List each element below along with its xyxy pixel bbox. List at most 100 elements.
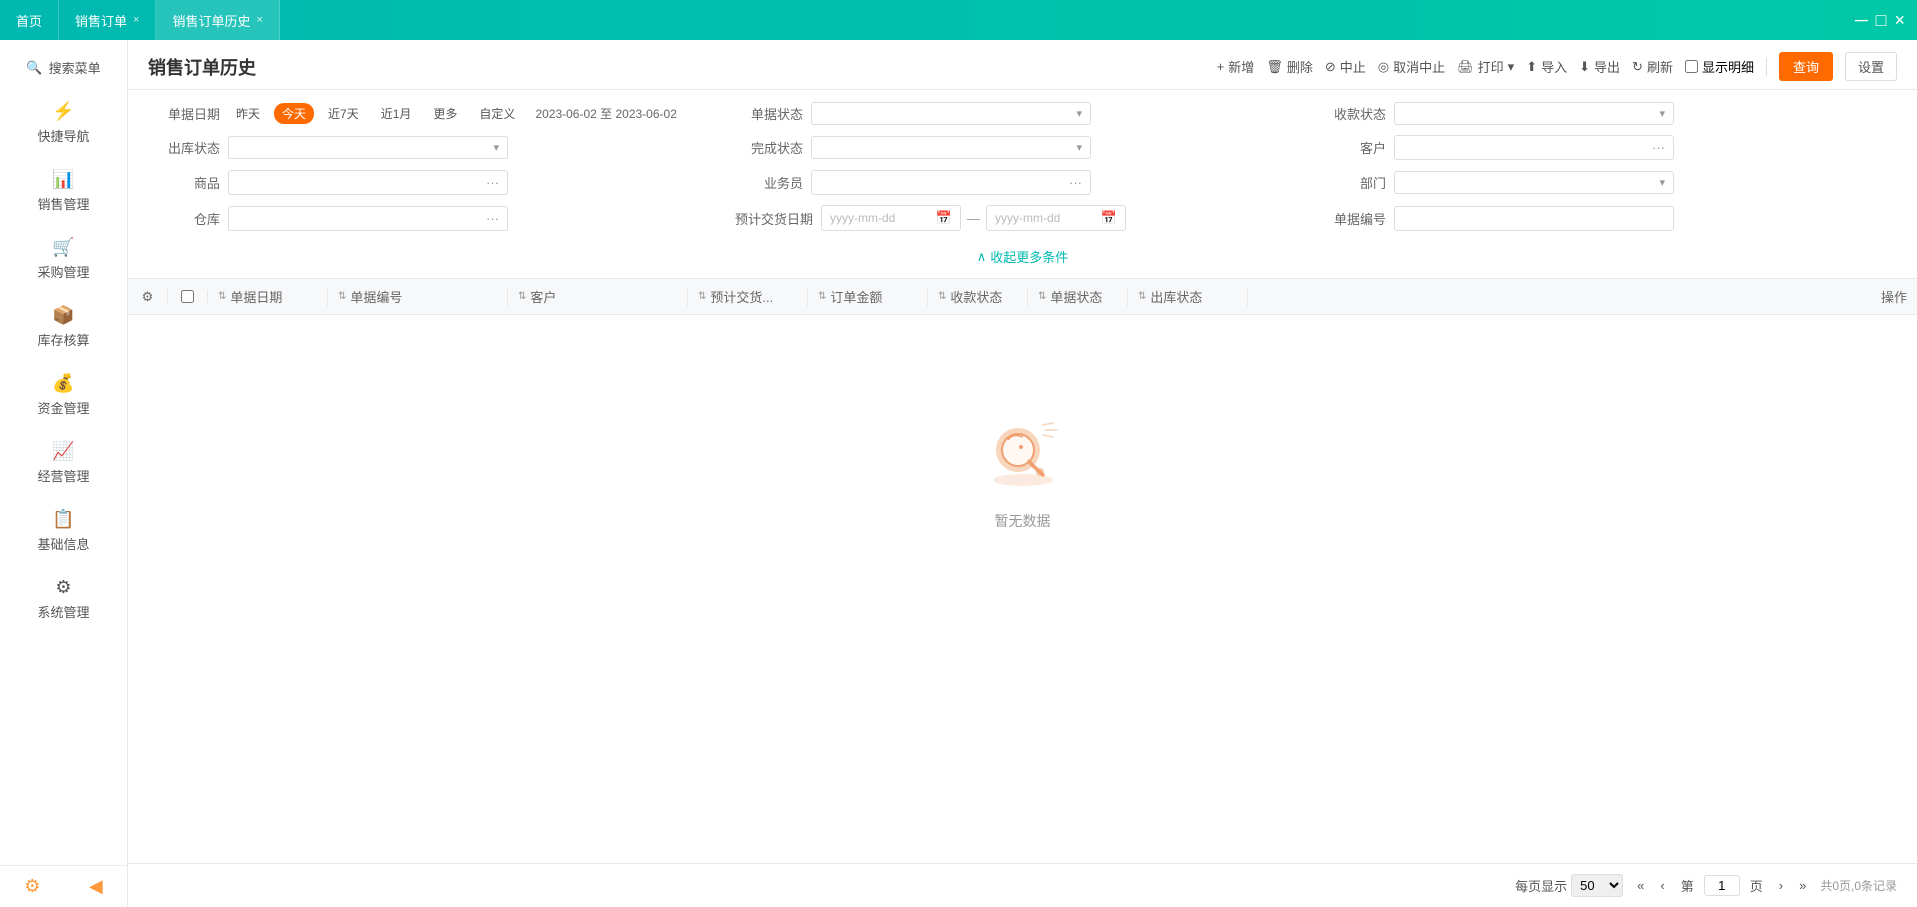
sales-icon: 📊 [52,169,74,190]
stop-button[interactable]: ⊘ 中止 [1325,57,1366,76]
warehouse-ellipsis-icon: ··· [486,211,499,226]
salesperson-ellipsis-icon: ··· [1069,175,1082,190]
delivery-date-end-placeholder: yyyy-mm-dd [995,211,1060,225]
delivery-date-end[interactable]: yyyy-mm-dd 📅 [986,205,1126,231]
toolbar-divider [1766,58,1767,76]
dept-select[interactable]: ▾ [1394,171,1674,194]
tab-sales-order-close[interactable]: × [133,14,139,26]
outbound-status-select[interactable]: ▾ [228,136,508,159]
warehouse-input[interactable]: ··· [228,206,508,231]
last-page-button[interactable]: » [1793,876,1812,895]
filter-row-4: 仓库 ··· 预计交货日期 yyyy-mm-dd 📅 — yyyy-mm-dd … [148,205,1897,231]
delete-label: 删除 [1287,57,1313,76]
sidebar-item-operations[interactable]: 📈 经营管理 [0,431,127,495]
delete-button[interactable]: 🗑 删除 [1266,57,1313,76]
add-label: 新增 [1228,57,1254,76]
collapse-label: 收起更多条件 [990,247,1068,266]
goods-input[interactable]: ··· [228,170,508,195]
collapse-button[interactable]: ∧ 收起更多条件 [148,241,1897,266]
content-area: 销售订单历史 + 新增 🗑 删除 ⊘ 中止 ◎ 取消中止 [128,40,1917,907]
sidebar-item-sales[interactable]: 📊 销售管理 [0,159,127,223]
select-all-checkbox[interactable] [181,290,194,303]
filter-group-customer: 客户 ··· [1314,135,1897,160]
sidebar-item-finance[interactable]: 💰 资金管理 [0,363,127,427]
filter-group-dept: 部门 ▾ [1314,171,1897,194]
export-button[interactable]: ⬇ 导出 [1579,57,1620,76]
stop-icon: ⊘ [1325,59,1336,75]
goods-label: 商品 [148,173,228,192]
tab-sales-order-history-label: 销售订单历史 [172,11,250,30]
date-today[interactable]: 今天 [274,103,314,124]
sidebar-item-quick-nav[interactable]: ⚡ 快捷导航 [0,91,127,155]
goods-ellipsis-icon: ··· [486,175,499,190]
sidebar-item-sales-label: 销售管理 [37,194,89,213]
close-window-icon[interactable]: × [1894,10,1905,31]
tab-home[interactable]: 首页 [0,0,59,40]
salesperson-input[interactable]: ··· [811,170,1091,195]
import-button[interactable]: ⬆ 导入 [1526,57,1567,76]
settings-button[interactable]: 设置 [1845,52,1897,81]
tab-sales-order-history[interactable]: 销售订单历史 × [156,0,279,40]
date-custom[interactable]: 自定义 [471,103,523,124]
sidebar-collapse-icon[interactable]: ◀ [89,876,103,897]
add-button[interactable]: + 新增 [1217,57,1255,76]
col-outbound: ⇅ 出库状态 [1128,287,1248,306]
filter-group-salesperson: 业务员 ··· [731,170,1314,195]
table-area: ⚙ ⇅ 单据日期 ⇅ 单据编号 ⇅ 客户 ⇅ [128,279,1917,863]
sidebar-item-inventory[interactable]: 📦 库存核算 [0,295,127,359]
sidebar: 🔍 搜索菜单 ⚡ 快捷导航 📊 销售管理 🛒 采购管理 📦 库存核算 💰 资金管… [0,40,128,907]
col-customer: ⇅ 客户 [508,287,688,306]
doc-status-select[interactable]: ▾ [811,102,1091,125]
tab-sales-order[interactable]: 销售订单 × [59,0,156,40]
payment-status-select[interactable]: ▾ [1394,102,1674,125]
doc-status-label: 单据状态 [731,104,811,123]
sidebar-item-purchase[interactable]: 🛒 采购管理 [0,227,127,291]
delivery-date-start[interactable]: yyyy-mm-dd 📅 [821,205,961,231]
customer-input[interactable]: ··· [1394,135,1674,160]
delivery-date-start-calendar-icon: 📅 [936,210,952,226]
sidebar-search[interactable]: 🔍 搜索菜单 [0,48,127,87]
date-7days[interactable]: 近7天 [320,103,367,124]
sidebar-item-system[interactable]: ⚙ 系统管理 [0,567,127,631]
date-range-value: 2023-06-02 至 2023-06-02 [535,105,676,122]
page-suffix: 页 [1744,874,1769,897]
search-icon: 🔍 [26,60,42,76]
sort-outbound-icon: ⇅ [1138,291,1146,302]
col-delivery-label: 预计交货... [710,287,773,306]
prev-page-button[interactable]: ‹ [1654,876,1670,895]
stop-label: 中止 [1340,57,1366,76]
first-page-button[interactable]: « [1631,876,1650,895]
display-toggle[interactable]: 显示明细 [1685,57,1754,76]
maximize-icon[interactable]: □ [1876,10,1887,31]
date-label: 单据日期 [148,104,228,123]
sidebar-item-basic-info[interactable]: 📋 基础信息 [0,499,127,563]
date-more[interactable]: 更多 [425,103,465,124]
minimize-icon[interactable]: ─ [1855,10,1868,31]
sidebar-settings-icon[interactable]: ⚙ [24,876,40,897]
outbound-status-arrow-icon: ▾ [493,141,499,154]
col-checkbox[interactable] [168,290,208,303]
cancel-stop-button[interactable]: ◎ 取消中止 [1378,57,1445,76]
per-page-select[interactable]: 50 100 200 [1571,874,1623,897]
filter-group-goods: 商品 ··· [148,170,731,195]
refresh-button[interactable]: ↻ 刷新 [1632,57,1673,76]
tab-sales-order-history-close[interactable]: × [256,14,262,26]
doc-number-input[interactable] [1394,206,1674,231]
warehouse-label: 仓库 [148,209,228,228]
date-1month[interactable]: 近1月 [373,103,420,124]
print-button[interactable]: 🖨 打印 ▾ [1457,57,1514,76]
filter-row-1: 单据日期 昨天 今天 近7天 近1月 更多 自定义 2023-06-02 至 2… [148,102,1897,125]
sidebar-bottom: ⚙ ◀ [0,865,127,907]
col-docno-label: 单据编号 [350,287,402,306]
sidebar-item-quick-nav-label: 快捷导航 [37,126,89,145]
date-yesterday[interactable]: 昨天 [228,103,268,124]
query-button[interactable]: 查询 [1779,52,1833,81]
import-label: 导入 [1541,57,1567,76]
next-page-button[interactable]: › [1773,876,1789,895]
filter-group-delivery: 预计交货日期 yyyy-mm-dd 📅 — yyyy-mm-dd 📅 [731,205,1314,231]
col-settings[interactable]: ⚙ [128,289,168,305]
display-toggle-checkbox[interactable] [1685,60,1698,73]
page-number-input[interactable] [1704,875,1740,896]
window-controls: ─ □ × [1843,0,1917,40]
complete-status-select[interactable]: ▾ [811,136,1091,159]
